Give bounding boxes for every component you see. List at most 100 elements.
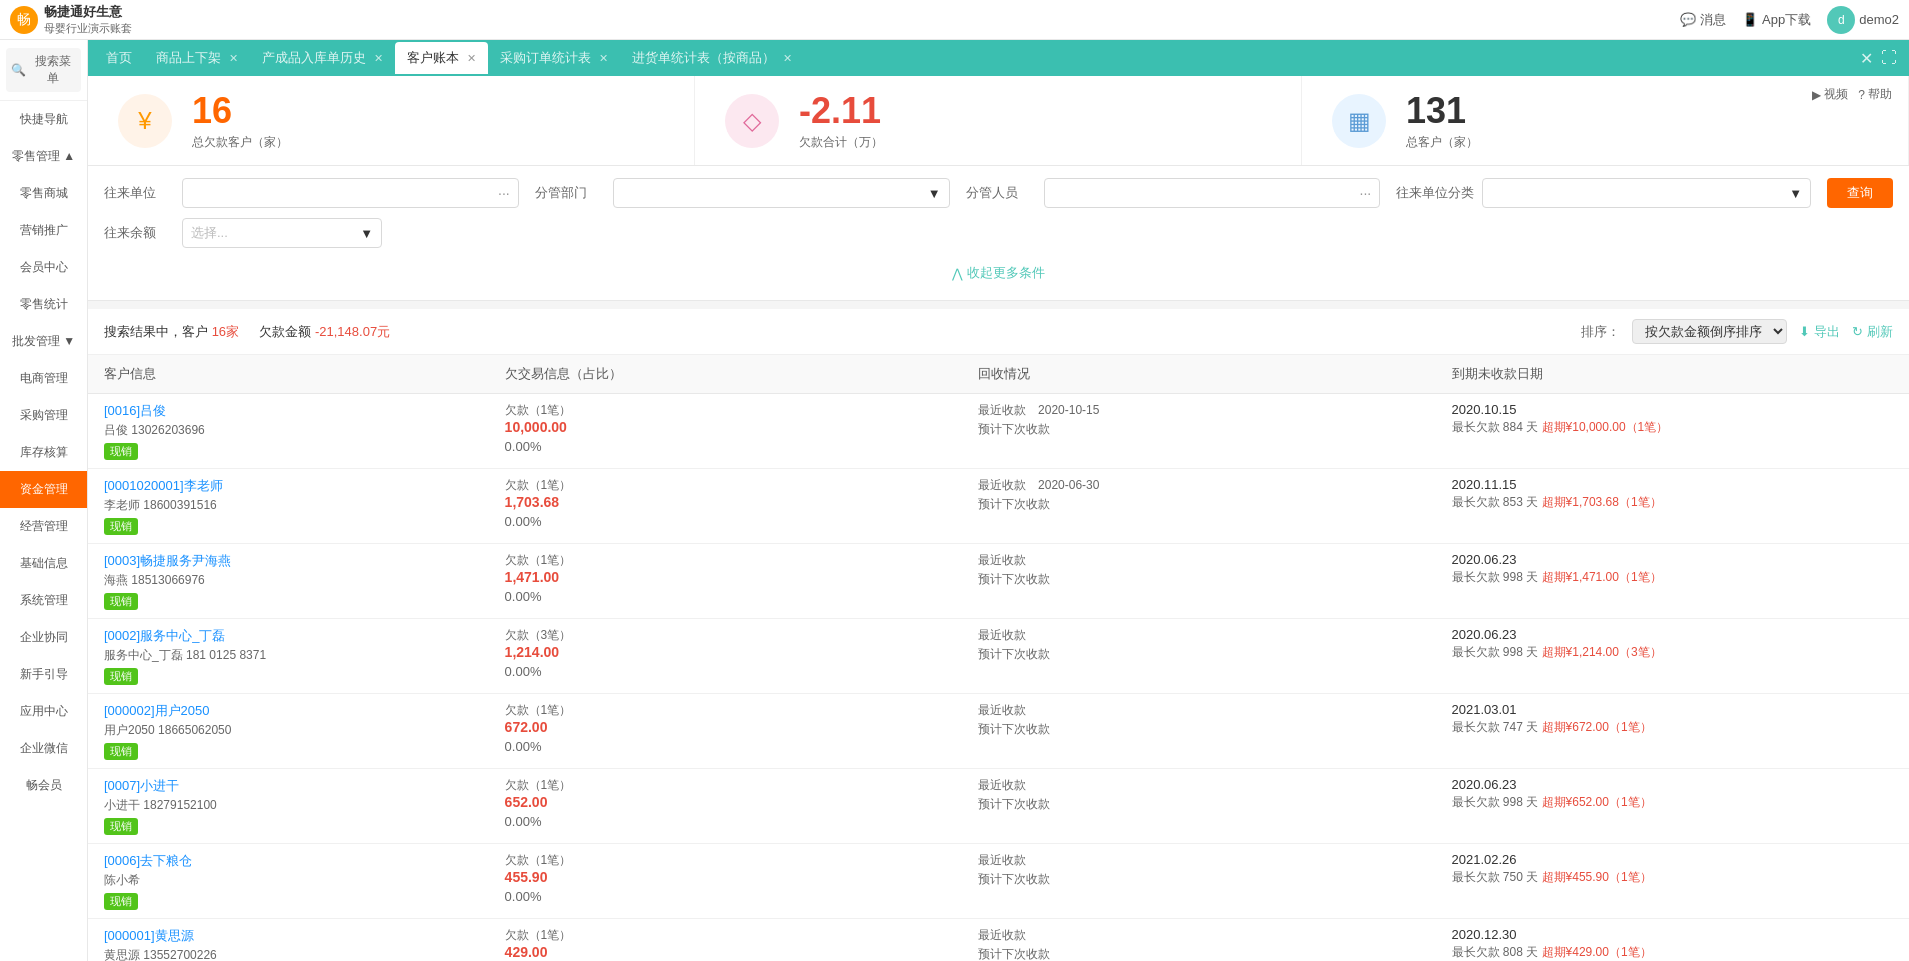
customer-status-tag-6: 现销 <box>104 893 138 910</box>
debt-desc-7: 欠款（1笔） <box>505 927 946 944</box>
dept-select[interactable]: ▼ <box>613 178 950 208</box>
tab-customer-account[interactable]: 客户账本 ✕ <box>395 42 488 74</box>
sidebar-item-member[interactable]: 会员中心 <box>0 249 87 286</box>
tab-fullscreen-button[interactable]: ⛶ <box>1881 49 1897 68</box>
table-header: 客户信息 欠交易信息（占比） 回收情况 到期未收款日期 <box>88 355 1909 394</box>
customer-status-tag-0: 现销 <box>104 443 138 460</box>
content-area: ¥ 16 总欠款客户（家） ◇ -2.11 欠款合计（万） <box>88 76 1909 961</box>
user-avatar: d <box>1827 6 1855 34</box>
sidebar-item-new-guide[interactable]: 新手引导 <box>0 656 87 693</box>
overdue-date-4: 2021.03.01 <box>1452 702 1893 717</box>
collapse-button[interactable]: ⋀ 收起更多条件 <box>104 258 1893 288</box>
overdue-link-7[interactable]: 超期¥429.00（1笔） <box>1542 945 1652 959</box>
next-collection-5: 预计下次收款 <box>978 796 1419 813</box>
overdue-link-6[interactable]: 超期¥455.90（1笔） <box>1542 870 1652 884</box>
customer-name-link-5[interactable]: [0007]小进干 <box>104 777 473 795</box>
last-collection-4: 最近收款 <box>978 702 1419 719</box>
app-download-button[interactable]: 📱 App下载 <box>1742 11 1811 29</box>
sidebar-item-retail-mall[interactable]: 零售商城 <box>0 175 87 212</box>
customer-name-link-3[interactable]: [0002]服务中心_丁磊 <box>104 627 473 645</box>
refresh-button[interactable]: ↻ 刷新 <box>1852 323 1893 341</box>
sidebar-item-purchase[interactable]: 采购管理 <box>0 397 87 434</box>
debt-percent-3: 0.00% <box>505 664 542 679</box>
stat-info-total-customers: 131 总客户（家） <box>1406 90 1478 151</box>
tab-close-purchase-stats[interactable]: ✕ <box>783 52 792 65</box>
results-area: 搜索结果中，客户 16家 欠款金额 -21,148.07元 排序： 按欠款金额倒… <box>88 309 1909 961</box>
customer-phone-3: 服务中心_丁磊 181 0125 8371 <box>104 647 473 664</box>
sidebar-item-ecom[interactable]: 电商管理 <box>0 360 87 397</box>
customer-status-tag-1: 现销 <box>104 518 138 535</box>
sidebar-item-basic-info[interactable]: 基础信息 <box>0 545 87 582</box>
tab-home[interactable]: 首页 <box>94 42 144 74</box>
sidebar-item-retail-stats[interactable]: 零售统计 <box>0 286 87 323</box>
sidebar-item-retail-mgmt[interactable]: 零售管理 ▲ <box>0 138 87 175</box>
sort-select[interactable]: 按欠款金额倒序排序 <box>1632 319 1787 344</box>
customer-name-link-6[interactable]: [0006]去下粮仓 <box>104 852 473 870</box>
source-unit-label: 往来单位 <box>104 184 174 202</box>
overdue-link-0[interactable]: 超期¥10,000.00（1笔） <box>1542 420 1669 434</box>
overdue-days-3: 最长欠款 998 天 超期¥1,214.00（3笔） <box>1452 644 1893 661</box>
overdue-link-3[interactable]: 超期¥1,214.00（3笔） <box>1542 645 1662 659</box>
source-unit-input[interactable] <box>191 186 498 201</box>
sidebar-item-finance[interactable]: 资金管理 <box>0 471 87 508</box>
customer-name-link-7[interactable]: [000001]黄思源 <box>104 927 473 945</box>
sidebar-item-system[interactable]: 系统管理 <box>0 582 87 619</box>
tab-close-product-status[interactable]: ✕ <box>229 52 238 65</box>
unit-category-chevron-icon: ▼ <box>1789 186 1802 201</box>
last-collection-7: 最近收款 <box>978 927 1419 944</box>
overdue-date-6: 2021.02.26 <box>1452 852 1893 867</box>
sidebar-search-button[interactable]: 🔍 搜索菜单 <box>6 48 81 92</box>
tab-product-status[interactable]: 商品上下架 ✕ <box>144 42 250 74</box>
sidebar-item-marketing[interactable]: 营销推广 <box>0 212 87 249</box>
message-button[interactable]: 💬 消息 <box>1680 11 1726 29</box>
sidebar-item-ops[interactable]: 经营管理 <box>0 508 87 545</box>
tab-purchase-stats[interactable]: 进货单统计表（按商品） ✕ <box>620 42 804 74</box>
unit-category-label: 往来单位分类 <box>1396 184 1474 202</box>
tab-purchase-order[interactable]: 采购订单统计表 ✕ <box>488 42 620 74</box>
tab-close-product-history[interactable]: ✕ <box>374 52 383 65</box>
stat-card-total-customers: ▦ 131 总客户（家） ▶ 视频 ? 帮助 <box>1302 76 1909 165</box>
customer-name-link-0[interactable]: [0016]吕俊 <box>104 402 473 420</box>
cell-debt-2: 欠款（1笔） 1,471.00 0.00% <box>489 544 962 619</box>
doc-help-button[interactable]: ? 帮助 <box>1858 86 1892 103</box>
overdue-link-2[interactable]: 超期¥1,471.00（1笔） <box>1542 570 1662 584</box>
video-help-button[interactable]: ▶ 视频 <box>1812 86 1848 103</box>
cell-collection-4: 最近收款 预计下次收款 <box>962 694 1435 769</box>
next-collection-7: 预计下次收款 <box>978 946 1419 961</box>
overdue-link-4[interactable]: 超期¥672.00（1笔） <box>1542 720 1652 734</box>
sidebar-item-app-center[interactable]: 应用中心 <box>0 693 87 730</box>
sidebar-item-inventory[interactable]: 库存核算 <box>0 434 87 471</box>
stat-label-total-customers: 总客户（家） <box>1406 134 1478 151</box>
unit-category-select[interactable]: ▼ <box>1482 178 1811 208</box>
overdue-date-1: 2020.11.15 <box>1452 477 1893 492</box>
source-unit-input-wrapper[interactable]: ··· <box>182 178 519 208</box>
sidebar-item-quick-nav[interactable]: 快捷导航 <box>0 101 87 138</box>
tab-close-all-button[interactable]: ✕ <box>1860 49 1873 68</box>
cell-collection-5: 最近收款 预计下次收款 <box>962 769 1435 844</box>
sidebar-item-enterprise-collab[interactable]: 企业协同 <box>0 619 87 656</box>
export-button[interactable]: ⬇ 导出 <box>1799 323 1840 341</box>
balance-select[interactable]: 选择... ▼ <box>182 218 382 248</box>
customer-name-link-1[interactable]: [0001020001]李老师 <box>104 477 473 495</box>
search-button[interactable]: 查询 <box>1827 178 1893 208</box>
tab-close-customer-account[interactable]: ✕ <box>467 52 476 65</box>
tab-product-history[interactable]: 产成品入库单历史 ✕ <box>250 42 395 74</box>
sidebar-item-batch-mgmt[interactable]: 批发管理 ▼ <box>0 323 87 360</box>
user-menu[interactable]: d demo2 <box>1827 6 1899 34</box>
main-layout: 🔍 搜索菜单 快捷导航 零售管理 ▲ 零售商城 营销推广 会员中心 零售统计 <box>0 40 1909 961</box>
overdue-link-5[interactable]: 超期¥652.00（1笔） <box>1542 795 1652 809</box>
overdue-date-7: 2020.12.30 <box>1452 927 1893 942</box>
cell-customer-5: [0007]小进干 小进干 18279152100 现销 <box>88 769 489 844</box>
manager-input-wrapper[interactable]: ··· <box>1044 178 1381 208</box>
overdue-link-1[interactable]: 超期¥1,703.68（1笔） <box>1542 495 1662 509</box>
tab-close-purchase-order[interactable]: ✕ <box>599 52 608 65</box>
sidebar-item-vip[interactable]: 畅会员 <box>0 767 87 804</box>
overdue-days-0: 最长欠款 884 天 超期¥10,000.00（1笔） <box>1452 419 1893 436</box>
customer-name-link-2[interactable]: [0003]畅捷服务尹海燕 <box>104 552 473 570</box>
results-header: 搜索结果中，客户 16家 欠款金额 -21,148.07元 排序： 按欠款金额倒… <box>88 309 1909 355</box>
customer-name-link-4[interactable]: [000002]用户2050 <box>104 702 473 720</box>
debt-amount-3: 1,214.00 <box>505 644 946 660</box>
customer-phone-2: 海燕 18513066976 <box>104 572 473 589</box>
manager-input[interactable] <box>1053 186 1360 201</box>
sidebar-item-enterprise-wechat[interactable]: 企业微信 <box>0 730 87 767</box>
